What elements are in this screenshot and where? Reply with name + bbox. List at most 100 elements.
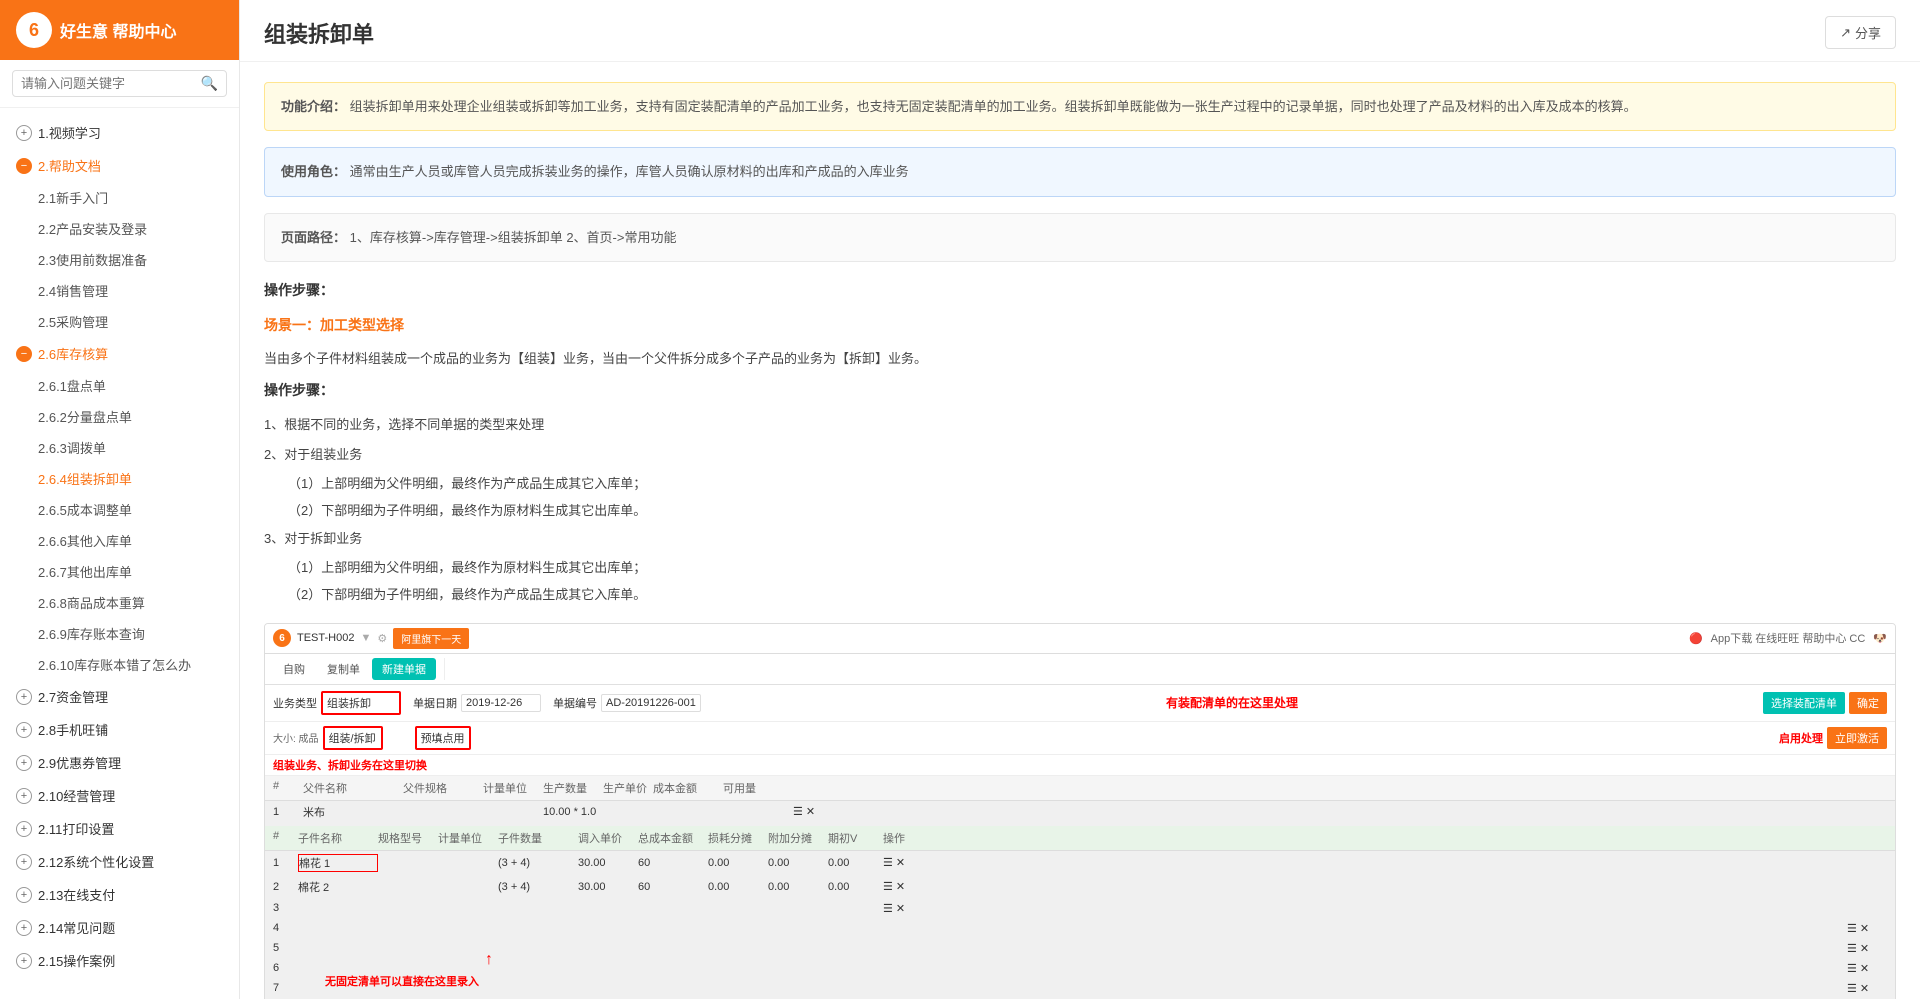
child-table: # 子件名称 规格型号 计量单位 子件数量 调入单价 总成本金额 损耗分摊 附加…: [265, 826, 1895, 999]
main-header: 组装拆卸单 ↗ 分享: [240, 0, 1920, 62]
step2: 2、对于组装业务: [264, 443, 1896, 466]
form-input-date[interactable]: 2019-12-26: [461, 694, 541, 712]
collapse-icon-2-6: −: [16, 346, 32, 362]
page-title: 组装拆卸单: [264, 17, 374, 49]
expand-icon-1: +: [16, 125, 32, 141]
app-feedback-btn[interactable]: 阿里旗下一天: [393, 628, 469, 649]
form-label-type: 业务类型: [273, 695, 317, 711]
expand-icon-2-13: +: [16, 887, 32, 903]
sidebar-item-2-4[interactable]: 2.4销售管理: [0, 275, 239, 306]
step3: 3、对于拆卸业务: [264, 527, 1896, 550]
search-input[interactable]: [21, 76, 201, 91]
sidebar-item-2-11[interactable]: + 2.11打印设置: [0, 812, 239, 845]
step3-1: （1）上部明细为父件明细，最终作为原材料生成其它出库单；: [288, 556, 1896, 579]
child-row-5: 5 ☰ ✕: [265, 939, 1895, 959]
path-block: 页面路径： 1、库存核算->库存管理->组装拆卸单 2、首页->常用功能: [264, 213, 1896, 262]
collapse-icon-2: −: [16, 158, 32, 174]
type-selector[interactable]: 组装/拆卸: [323, 726, 383, 750]
sidebar-item-2-1[interactable]: 2.1新手入门: [0, 182, 239, 213]
main-content: 功能介绍： 组装拆卸单用来处理企业组装或拆卸等加工业务，支持有固定装配清单的产品…: [240, 62, 1920, 999]
enable-input[interactable]: 预填点用: [415, 726, 471, 750]
intro-block: 功能介绍： 组装拆卸单用来处理企业组装或拆卸等加工业务，支持有固定装配清单的产品…: [264, 82, 1896, 131]
app-tab-new[interactable]: 新建单据: [372, 658, 436, 680]
sidebar-item-2-6-1[interactable]: 2.6.1盘点单: [0, 370, 239, 401]
expand-icon-2-11: +: [16, 821, 32, 837]
step2-1: （1）上部明细为父件明细，最终作为产成品生成其它入库单；: [288, 472, 1896, 495]
form-field-num: 单据编号 AD-20191226-001: [553, 694, 701, 712]
search-container: 🔍: [0, 60, 239, 108]
step3-2: （2）下部明细为子件明细，最终作为产成品生成其它入库单。: [288, 583, 1896, 606]
form-field-type: 业务类型 组装拆卸: [273, 691, 401, 715]
sidebar-item-2-6-9[interactable]: 2.6.9库存账本查询: [0, 618, 239, 649]
app-simulation: 6 TEST-H002 ▼ ⚙ 阿里旗下一天 🔴 App下载 在线旺旺 帮助中心…: [265, 624, 1895, 999]
sidebar-item-2-6-6[interactable]: 2.6.6其他入库单: [0, 525, 239, 556]
app-tab-copy[interactable]: 复制单: [317, 658, 370, 680]
app-tab-self[interactable]: 自购: [273, 658, 315, 680]
activate-button[interactable]: 立即激活: [1827, 727, 1887, 749]
app-topbar: 6 TEST-H002 ▼ ⚙ 阿里旗下一天 🔴 App下载 在线旺旺 帮助中心…: [265, 624, 1895, 654]
intro-text: 组装拆卸单用来处理企业组装或拆卸等加工业务，支持有固定装配清单的产品加工业务，也…: [350, 99, 1637, 114]
sidebar-item-2-5[interactable]: 2.5采购管理: [0, 306, 239, 337]
sidebar-item-2-7[interactable]: + 2.7资金管理: [0, 680, 239, 713]
path-title: 页面路径：: [281, 230, 346, 245]
share-icon: ↗: [1840, 25, 1851, 41]
expand-icon-2-8: +: [16, 722, 32, 738]
sidebar-item-2-6-10[interactable]: 2.6.10库存账本错了怎么办: [0, 649, 239, 680]
sidebar-item-2-6-7[interactable]: 2.6.7其他出库单: [0, 556, 239, 587]
sidebar-header: 6 好生意 帮助中心: [0, 0, 239, 60]
sidebar-item-2-6-3[interactable]: 2.6.3调拨单: [0, 432, 239, 463]
search-button[interactable]: 🔍: [201, 75, 218, 92]
sidebar-item-2-6[interactable]: − 2.6库存核算: [0, 337, 239, 370]
sidebar-item-2-6-4[interactable]: 2.6.4组装拆卸单: [0, 463, 239, 494]
sidebar-item-2-6-5[interactable]: 2.6.5成本调整单: [0, 494, 239, 525]
expand-icon-2-10: +: [16, 788, 32, 804]
select-bom-button[interactable]: 选择装配清单: [1763, 692, 1845, 714]
role-text: 通常由生产人员或库管人员完成拆装业务的操作，库管人员确认原材料的出库和产成品的入…: [350, 164, 909, 179]
form-field-date: 单据日期 2019-12-26: [413, 694, 541, 712]
app-topbar-right: App下载 在线旺旺 帮助中心 CC: [1711, 630, 1866, 646]
parent-table: # 父件名称 父件规格 计量单位 生产数量 生产单价 成本金额 可用量 1 米布: [265, 776, 1895, 824]
child-row-7: 7 ☰ ✕: [265, 979, 1895, 999]
sidebar-item-2-2[interactable]: 2.2产品安装及登录: [0, 213, 239, 244]
app-nav-tabs: 自购 复制单 新建单据: [265, 654, 1895, 685]
step1: 1、根据不同的业务，选择不同单据的类型来处理: [264, 413, 1896, 436]
child-table-header: # 子件名称 规格型号 计量单位 子件数量 调入单价 总成本金额 损耗分摊 附加…: [265, 826, 1895, 851]
search-box: 🔍: [12, 70, 227, 97]
sidebar-item-1[interactable]: + 1.视频学习: [0, 116, 239, 149]
ops-section: 操作步骤： 场景一：加工类型选择 当由多个子件材料组装成一个成品的业务为【组装】…: [264, 278, 1896, 607]
main: 组装拆卸单 ↗ 分享 功能介绍： 组装拆卸单用来处理企业组装或拆卸等加工业务，支…: [240, 0, 1920, 999]
intro-title: 功能介绍：: [281, 99, 346, 114]
expand-icon-2-7: +: [16, 689, 32, 705]
ops-title: 操作步骤：: [264, 278, 1896, 303]
logo-icon: 6: [16, 12, 52, 48]
scene-title: 场景一：加工类型选择: [264, 313, 1896, 338]
sidebar-item-2-9[interactable]: + 2.9优惠券管理: [0, 746, 239, 779]
logo-text: 好生意 帮助中心: [60, 18, 176, 42]
form-input-type[interactable]: 组装拆卸: [321, 691, 401, 715]
sidebar-item-2-12[interactable]: + 2.12系统个性化设置: [0, 845, 239, 878]
expand-icon-2-14: +: [16, 920, 32, 936]
ann-text-3: 启用处理: [1779, 730, 1823, 746]
sidebar-item-2[interactable]: − 2.帮助文档: [0, 149, 239, 182]
sidebar-item-2-6-8[interactable]: 2.6.8商品成本重算: [0, 587, 239, 618]
sidebar-item-2-6-2[interactable]: 2.6.2分量盘点单: [0, 401, 239, 432]
share-button[interactable]: ↗ 分享: [1825, 16, 1896, 49]
sidebar-item-2-10[interactable]: + 2.10经营管理: [0, 779, 239, 812]
form-input-num[interactable]: AD-20191226-001: [601, 694, 701, 712]
ann-text-2: 组装业务、拆卸业务在这里切换: [273, 760, 427, 772]
app-store-name: TEST-H002: [297, 632, 354, 644]
sidebar-item-2-14[interactable]: + 2.14常见问题: [0, 911, 239, 944]
sidebar-item-2-15[interactable]: + 2.15操作案例: [0, 944, 239, 977]
expand-icon-2-9: +: [16, 755, 32, 771]
ann-arrow-4: ↑: [485, 951, 493, 969]
screenshot: 6 TEST-H002 ▼ ⚙ 阿里旗下一天 🔴 App下载 在线旺旺 帮助中心…: [264, 623, 1896, 999]
expand-icon-2-12: +: [16, 854, 32, 870]
sidebar-item-2-3[interactable]: 2.3使用前数据准备: [0, 244, 239, 275]
child-row-2: 2 棉花 2 (3 + 4) 30.00 60 0.00 0.00 0.00 ☰…: [265, 876, 1895, 899]
sidebar-item-2-8[interactable]: + 2.8手机旺铺: [0, 713, 239, 746]
role-title: 使用角色：: [281, 164, 346, 179]
child-row-1: 1 棉花 1 (3 + 4) 30.00 60 0.00 0.00 0.00 ☰…: [265, 851, 1895, 876]
confirm-button[interactable]: 确定: [1849, 692, 1887, 714]
path-text: 1、库存核算->库存管理->组装拆卸单 2、首页->常用功能: [350, 230, 677, 245]
sidebar-item-2-13[interactable]: + 2.13在线支付: [0, 878, 239, 911]
